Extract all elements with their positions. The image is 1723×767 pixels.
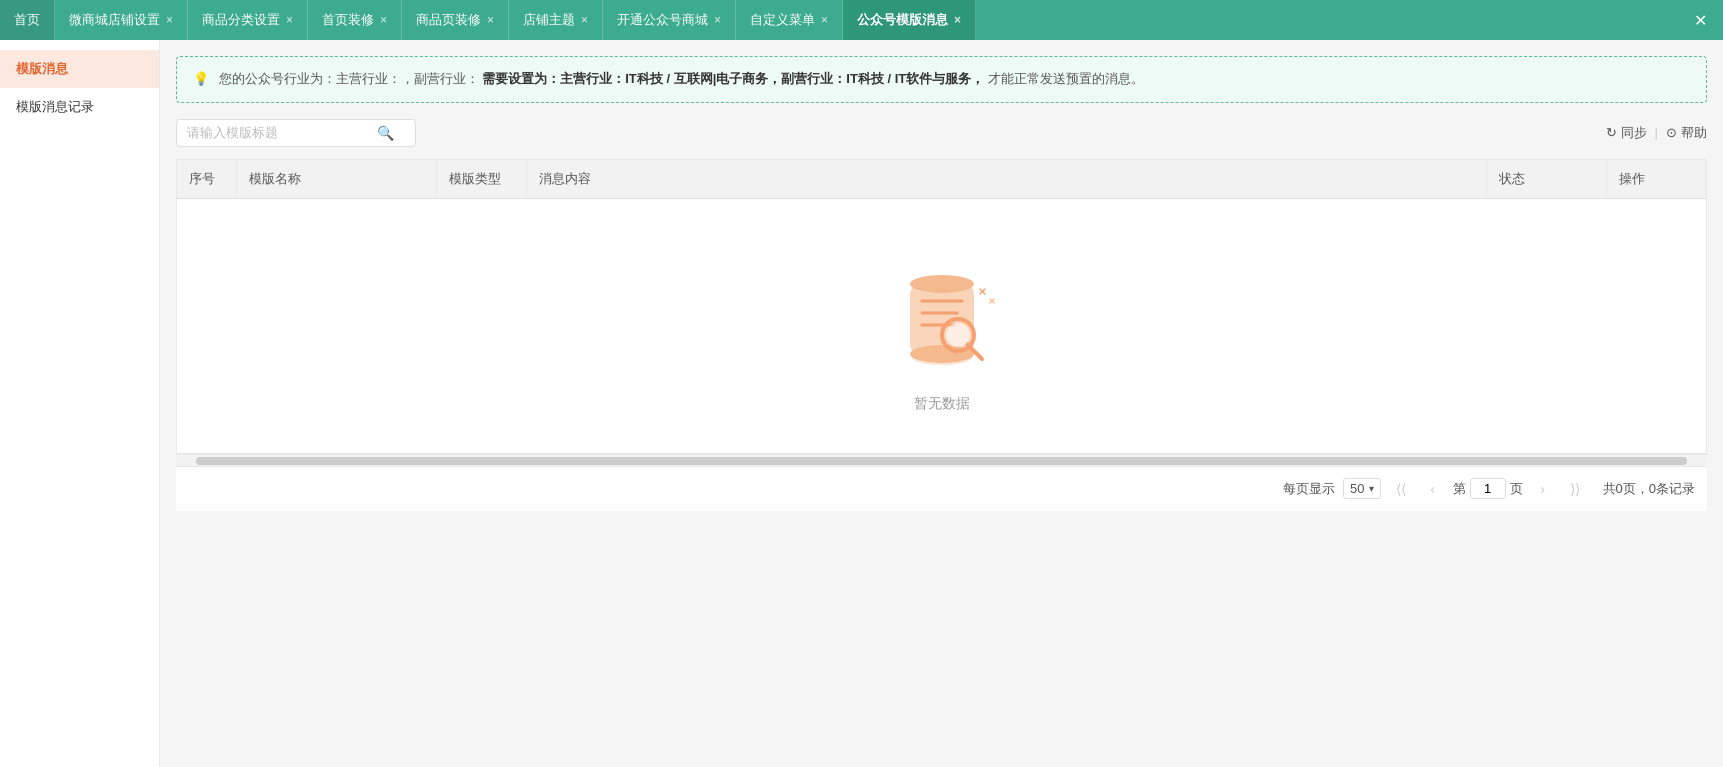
pagination: 每页显示 50 ▾ ⟨⟨ ‹ 第 页 › ⟩⟩ 共0页，0条记录 xyxy=(176,466,1707,511)
search-input[interactable] xyxy=(187,125,377,140)
search-icon[interactable]: 🔍 xyxy=(377,125,394,141)
tab-bar: 首页 微商城店铺设置 × 商品分类设置 × 首页装修 × 商品页装修 × 店铺主… xyxy=(0,0,1723,40)
page-input-wrap: 第 页 xyxy=(1453,478,1523,499)
divider: | xyxy=(1655,125,1658,140)
empty-illustration xyxy=(882,259,1002,379)
prev-page-button[interactable]: ‹ xyxy=(1421,477,1445,501)
tab-home[interactable]: 首页 xyxy=(0,0,55,40)
sync-button[interactable]: ↻ 同步 xyxy=(1606,124,1647,142)
tab-category-close[interactable]: × xyxy=(286,13,293,27)
col-name: 模版名称 xyxy=(237,159,437,198)
col-index: 序号 xyxy=(177,159,237,198)
first-page-button[interactable]: ⟨⟨ xyxy=(1389,477,1413,501)
svg-point-2 xyxy=(910,275,974,293)
page-size-select[interactable]: 50 ▾ xyxy=(1343,478,1380,499)
tab-custom-menu-label: 自定义菜单 xyxy=(750,11,815,29)
per-page-label: 每页显示 xyxy=(1283,480,1335,498)
tab-home-label: 首页 xyxy=(14,11,40,29)
col-action: 操作 xyxy=(1607,159,1707,198)
current-page-input[interactable] xyxy=(1470,478,1506,499)
help-label: 帮助 xyxy=(1681,124,1707,142)
sidebar-item-template-msg[interactable]: 模版消息 xyxy=(0,50,159,88)
search-bar-right: ↻ 同步 | ⊙ 帮助 xyxy=(1606,124,1707,142)
notice-suffix: 才能正常发送预置的消息。 xyxy=(988,71,1144,86)
notice-highlight: 需要设置为：主营行业：IT科技 / 互联网|电子商务，副营行业：IT科技 / I… xyxy=(482,71,984,86)
tab-wsc-store-label: 微商城店铺设置 xyxy=(69,11,160,29)
tab-template-msg[interactable]: 公众号模版消息 × xyxy=(843,0,976,40)
total-info: 共0页，0条记录 xyxy=(1603,480,1695,498)
tab-home-decor[interactable]: 首页装修 × xyxy=(308,0,402,40)
col-type: 模版类型 xyxy=(437,159,527,198)
tab-open-mall[interactable]: 开通公众号商城 × xyxy=(603,0,736,40)
sync-icon: ↻ xyxy=(1606,125,1617,140)
tab-product-decor[interactable]: 商品页装修 × xyxy=(402,0,509,40)
tab-category-label: 商品分类设置 xyxy=(202,11,280,29)
content-area: 💡 您的公众号行业为：主营行业：，副营行业： 需要设置为：主营行业：IT科技 /… xyxy=(160,40,1723,767)
tab-bar-close-button[interactable]: ✕ xyxy=(1678,0,1723,40)
tab-product-decor-close[interactable]: × xyxy=(487,13,494,27)
page-size-value: 50 xyxy=(1350,481,1364,496)
chevron-down-icon: ▾ xyxy=(1369,483,1374,494)
next-page-button[interactable]: › xyxy=(1531,477,1555,501)
tab-home-decor-close[interactable]: × xyxy=(380,13,387,27)
empty-state: 暂无数据 xyxy=(177,199,1706,453)
last-page-button[interactable]: ⟩⟩ xyxy=(1563,477,1587,501)
sync-label: 同步 xyxy=(1621,124,1647,142)
search-input-wrap[interactable]: 🔍 xyxy=(176,119,416,147)
data-table: 序号 模版名称 模版类型 消息内容 状态 操作 xyxy=(176,159,1707,454)
col-status: 状态 xyxy=(1487,159,1607,198)
notice-banner: 💡 您的公众号行业为：主营行业：，副营行业： 需要设置为：主营行业：IT科技 /… xyxy=(176,56,1707,103)
scrollbar-track[interactable] xyxy=(196,457,1687,465)
tab-wsc-store-close[interactable]: × xyxy=(166,13,173,27)
tab-product-decor-label: 商品页装修 xyxy=(416,11,481,29)
search-bar: 🔍 ↻ 同步 | ⊙ 帮助 xyxy=(176,119,1707,147)
page-label-pre: 第 xyxy=(1453,480,1466,498)
tab-store-theme[interactable]: 店铺主题 × xyxy=(509,0,603,40)
tab-open-mall-label: 开通公众号商城 xyxy=(617,11,708,29)
notice-icon: 💡 xyxy=(193,71,209,86)
horizontal-scrollbar[interactable] xyxy=(176,454,1707,466)
main-layout: 模版消息 模版消息记录 💡 您的公众号行业为：主营行业：，副营行业： 需要设置为… xyxy=(0,40,1723,767)
tab-template-msg-close[interactable]: × xyxy=(954,13,961,27)
tab-store-theme-close[interactable]: × xyxy=(581,13,588,27)
sidebar-item-template-msg-log[interactable]: 模版消息记录 xyxy=(0,88,159,126)
tab-open-mall-close[interactable]: × xyxy=(714,13,721,27)
help-button[interactable]: ⊙ 帮助 xyxy=(1666,124,1707,142)
help-icon: ⊙ xyxy=(1666,125,1677,140)
col-content: 消息内容 xyxy=(527,159,1487,198)
tab-category[interactable]: 商品分类设置 × xyxy=(188,0,308,40)
tab-store-theme-label: 店铺主题 xyxy=(523,11,575,29)
tab-wsc-store[interactable]: 微商城店铺设置 × xyxy=(55,0,188,40)
tab-template-msg-label: 公众号模版消息 xyxy=(857,11,948,29)
sidebar: 模版消息 模版消息记录 xyxy=(0,40,160,767)
tab-custom-menu-close[interactable]: × xyxy=(821,13,828,27)
page-label-post: 页 xyxy=(1510,480,1523,498)
tab-custom-menu[interactable]: 自定义菜单 × xyxy=(736,0,843,40)
tab-home-decor-label: 首页装修 xyxy=(322,11,374,29)
notice-prefix: 您的公众号行业为：主营行业：，副营行业： xyxy=(219,71,479,86)
empty-text: 暂无数据 xyxy=(177,395,1706,413)
svg-point-9 xyxy=(946,323,970,347)
